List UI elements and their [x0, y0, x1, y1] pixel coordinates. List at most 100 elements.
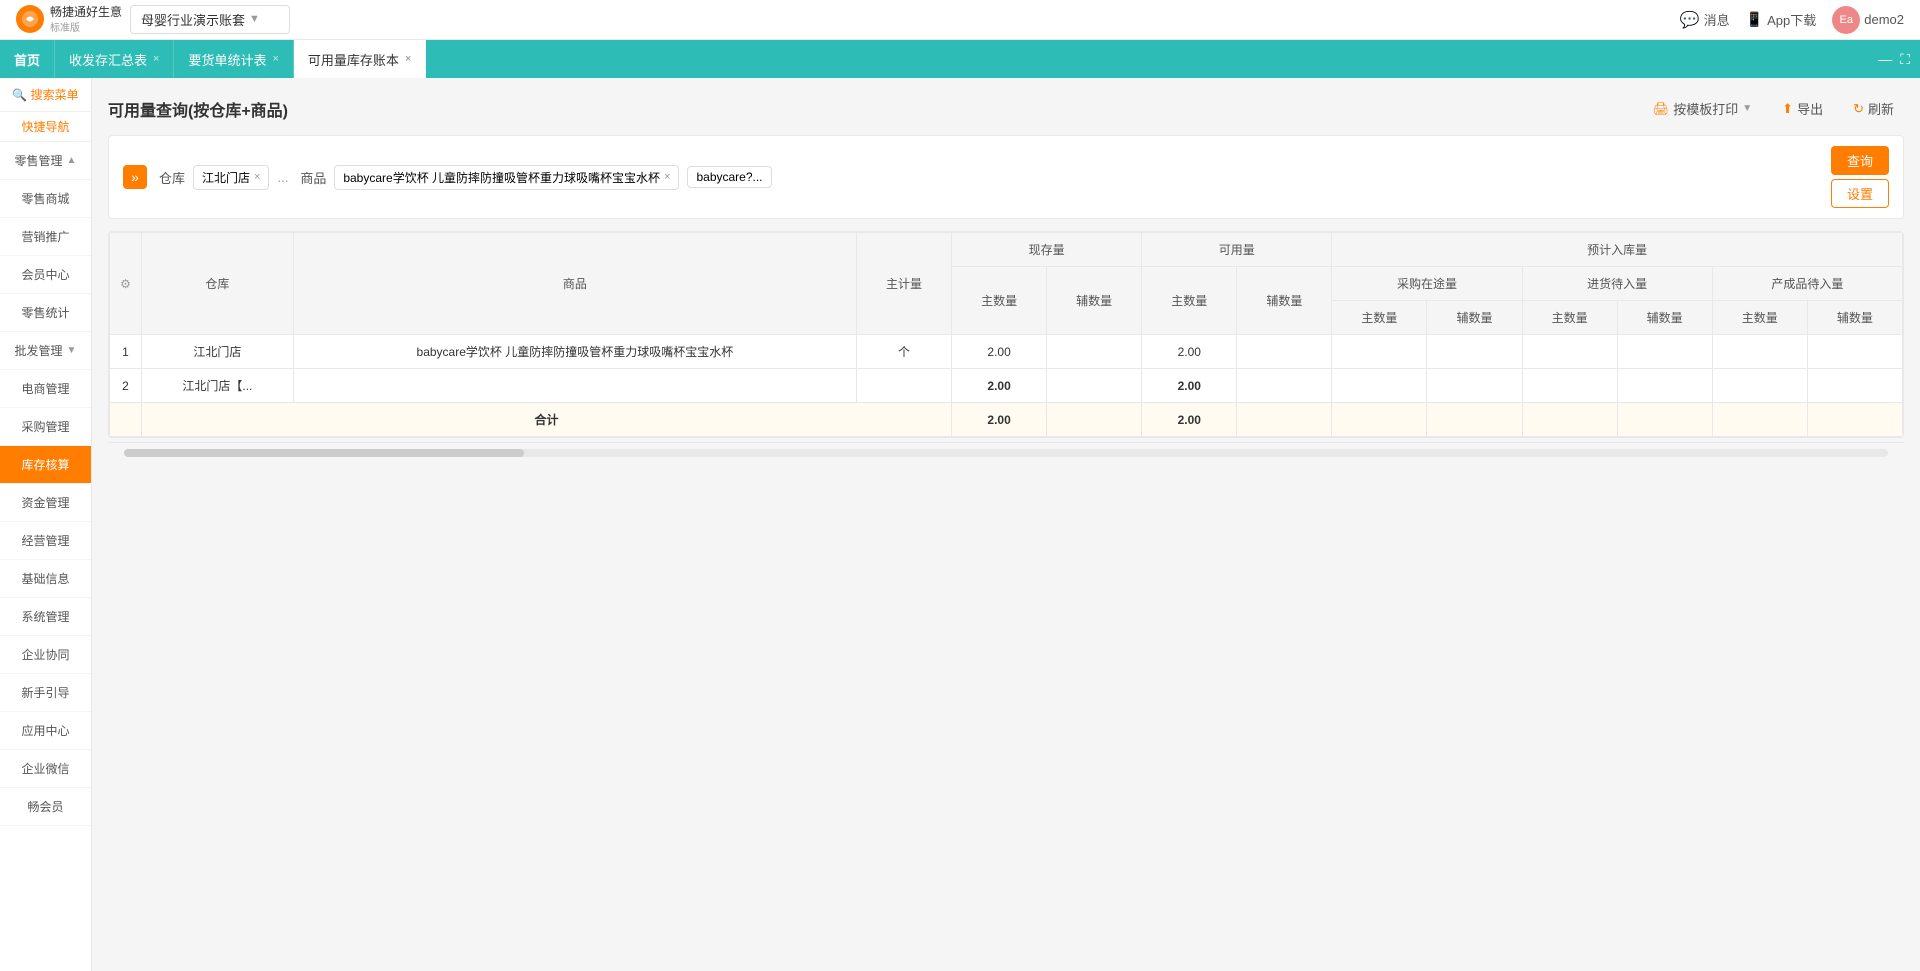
- warehouse-filter-tag[interactable]: 江北门店 ×: [193, 165, 269, 190]
- avatar-text: Ea: [1840, 14, 1853, 26]
- tab-order-stats-label: 要货单统计表: [188, 50, 266, 69]
- sidebar-item-system-mgmt-label: 系统管理: [21, 608, 69, 625]
- warehouse-tag-remove[interactable]: ×: [254, 171, 260, 183]
- print-chevron-icon: ▼: [1742, 103, 1752, 114]
- sidebar-item-finance[interactable]: 资金管理: [0, 484, 91, 522]
- settings-btn[interactable]: 设置: [1831, 179, 1889, 208]
- scroll-track[interactable]: [124, 449, 1888, 457]
- sidebar-quick-nav[interactable]: 快捷导航: [0, 112, 91, 142]
- message-btn[interactable]: 💬 消息: [1680, 10, 1730, 30]
- maximize-icon[interactable]: ⛶: [1900, 51, 1910, 68]
- sidebar-quick-nav-label: 快捷导航: [21, 120, 69, 134]
- sidebar-item-purchase[interactable]: 采购管理: [0, 408, 91, 446]
- td-summary-stock-aux: [1047, 403, 1142, 437]
- td-avail-aux-1: [1237, 335, 1332, 369]
- sidebar-item-vip-member[interactable]: 畅会员: [0, 788, 91, 826]
- tab-order-stats-close[interactable]: ×: [272, 53, 278, 65]
- tab-available-stock-close[interactable]: ×: [405, 53, 411, 65]
- scroll-thumb[interactable]: [124, 449, 524, 457]
- sidebar-item-operations[interactable]: 经营管理: [0, 522, 91, 560]
- sidebar-item-ecommerce-label: 电商管理: [21, 380, 69, 397]
- td-finished-main-2: [1712, 369, 1807, 403]
- export-icon: ⬆: [1782, 101, 1793, 117]
- sidebar-item-new-guide[interactable]: 新手引导: [0, 674, 91, 712]
- td-product-2: [293, 369, 856, 403]
- app-download-btn[interactable]: 📱 App下载: [1746, 10, 1817, 29]
- sidebar-item-vip-member-label: 畅会员: [27, 798, 63, 815]
- tab-receipt-summary[interactable]: 收发存汇总表 ×: [55, 40, 174, 78]
- minimize-icon[interactable]: —: [1878, 51, 1892, 67]
- industry-select[interactable]: 母婴行业演示账套 ▼: [130, 5, 290, 34]
- td-summary-avail-main: 2.00: [1142, 403, 1237, 437]
- user-area[interactable]: Ea demo2: [1832, 6, 1904, 34]
- td-stock-aux-1: [1047, 335, 1142, 369]
- main-layout: 🔍 搜索菜单 快捷导航 零售管理 ▲ 零售商城 营销推广 会员中心 零售统计 批…: [0, 78, 1920, 971]
- top-bar: 畅捷通好生意 标准版 母婴行业演示账套 ▼ 💬 消息 📱 App下载 Ea de…: [0, 0, 1920, 40]
- user-name: demo2: [1864, 12, 1904, 27]
- refresh-btn[interactable]: ↻ 刷新: [1843, 94, 1904, 123]
- td-summary-label: 合计: [142, 403, 952, 437]
- inventory-table: ⚙ 仓库 商品 主计量 现存量 可用量 预计入库量 主数量 辅数量 主数量 辅数…: [109, 232, 1903, 437]
- logo-area: 畅捷通好生意 标准版: [16, 5, 122, 34]
- tab-order-stats[interactable]: 要货单统计表 ×: [174, 40, 293, 78]
- tab-receipt-summary-close[interactable]: ×: [153, 53, 159, 65]
- logo-sub: 标准版: [50, 19, 122, 34]
- warehouse-tag-text: 江北门店: [202, 169, 250, 186]
- td-stock-main-2: 2.00: [952, 369, 1047, 403]
- product-tag1-remove[interactable]: ×: [664, 171, 670, 183]
- td-purchased-main-2: [1332, 369, 1427, 403]
- search-icon: 🔍: [12, 88, 27, 102]
- sidebar-item-retail-mall[interactable]: 零售商城: [0, 180, 91, 218]
- page-actions: 🖨 按模板打印 ▼ ⬆ 导出 ↻ 刷新: [1643, 94, 1904, 123]
- refresh-icon: ↻: [1853, 101, 1864, 117]
- td-summary-incoming-aux: [1617, 403, 1712, 437]
- industry-select-text: 母婴行业演示账套: [141, 10, 245, 29]
- sidebar-item-app-center[interactable]: 应用中心: [0, 712, 91, 750]
- th-unit: 主计量: [856, 233, 951, 335]
- tab-home[interactable]: 首页: [0, 40, 55, 78]
- sidebar-item-member-center[interactable]: 会员中心: [0, 256, 91, 294]
- product-filter-tag2[interactable]: babycare?...: [687, 166, 771, 188]
- sidebar-item-retail-stats[interactable]: 零售统计: [0, 294, 91, 332]
- sidebar-item-purchase-label: 采购管理: [21, 418, 69, 435]
- chevron-down-icon-wholesale: ▼: [67, 345, 77, 356]
- avatar: Ea: [1832, 6, 1860, 34]
- td-warehouse-2: 江北门店【...: [142, 369, 294, 403]
- app-download-label: App下载: [1767, 10, 1816, 29]
- sidebar-item-wholesale-mgmt[interactable]: 批发管理 ▼: [0, 332, 91, 370]
- sidebar-item-retail-mgmt[interactable]: 零售管理 ▲: [0, 142, 91, 180]
- tab-available-stock[interactable]: 可用量库存账本 ×: [294, 40, 426, 78]
- product-filter-label: 商品: [300, 168, 326, 187]
- sidebar-item-inventory[interactable]: 库存核算: [0, 446, 91, 484]
- th-purchased-main: 主数量: [1332, 301, 1427, 335]
- sidebar-item-enterprise-collab[interactable]: 企业协同: [0, 636, 91, 674]
- sidebar-item-marketing[interactable]: 营销推广: [0, 218, 91, 256]
- th-stock-main: 主数量: [952, 267, 1047, 335]
- sidebar-item-basic-info[interactable]: 基础信息: [0, 560, 91, 598]
- settings-icon[interactable]: ⚙: [120, 277, 131, 291]
- td-finished-aux-1: [1807, 335, 1902, 369]
- td-no: 1: [110, 335, 142, 369]
- message-label: 消息: [1704, 10, 1730, 29]
- sidebar-item-enterprise-wechat[interactable]: 企业微信: [0, 750, 91, 788]
- td-summary-avail-aux: [1237, 403, 1332, 437]
- query-btn[interactable]: 查询: [1831, 146, 1889, 175]
- th-avail-aux: 辅数量: [1237, 267, 1332, 335]
- td-unit-1: 个: [856, 335, 951, 369]
- top-bar-right: 💬 消息 📱 App下载 Ea demo2: [1680, 6, 1904, 34]
- product-filter-tag1[interactable]: babycare学饮杯 儿童防摔防撞吸管杯重力球吸嘴杯宝宝水杯 ×: [334, 165, 679, 190]
- sidebar-item-system-mgmt[interactable]: 系统管理: [0, 598, 91, 636]
- td-summary-finished-main: [1712, 403, 1807, 437]
- sidebar-item-ecommerce[interactable]: 电商管理: [0, 370, 91, 408]
- th-finished-aux: 辅数量: [1807, 301, 1902, 335]
- sidebar-search[interactable]: 🔍 搜索菜单: [0, 78, 91, 112]
- warehouse-filter-dots[interactable]: ...: [277, 170, 288, 185]
- th-purchased-in-transit: 采购在途量: [1332, 267, 1522, 301]
- sidebar-item-enterprise-wechat-label: 企业微信: [21, 760, 69, 777]
- export-btn[interactable]: ⬆ 导出: [1772, 94, 1833, 123]
- td-incoming-main-1: [1522, 335, 1617, 369]
- filter-expand-btn[interactable]: »: [123, 165, 147, 189]
- th-available: 可用量: [1142, 233, 1332, 267]
- message-icon: 💬: [1680, 10, 1700, 30]
- print-btn[interactable]: 🖨 按模板打印 ▼: [1643, 94, 1762, 123]
